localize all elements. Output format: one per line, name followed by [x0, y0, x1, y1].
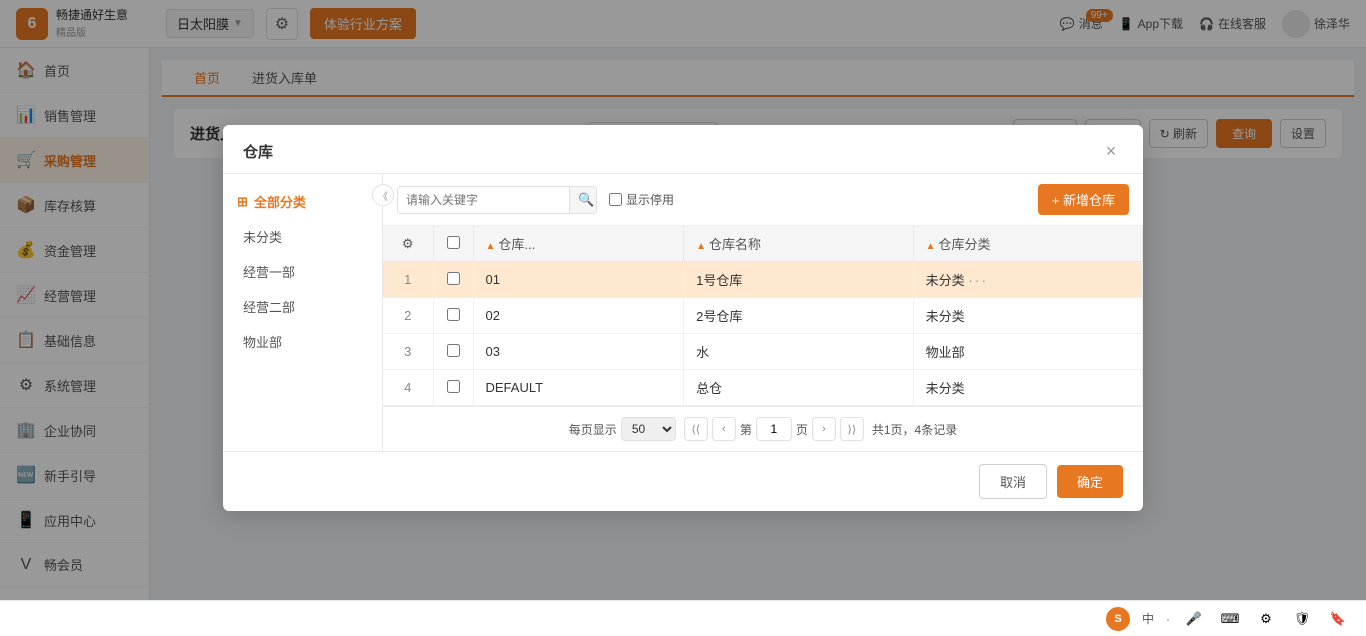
cell-no-4: 4 [383, 370, 433, 406]
prev-page-button[interactable]: ‹ [712, 417, 736, 441]
cell-category-4: 未分类 [913, 370, 1142, 406]
bookmark-icon[interactable]: 🔖 [1326, 607, 1350, 631]
table-header-row: ⚙ ▲仓库... ▲仓库名称 ▲仓库分类 [383, 226, 1143, 262]
page-input[interactable] [756, 417, 792, 441]
cell-check-3[interactable] [433, 334, 473, 370]
col-settings: ⚙ [383, 226, 433, 262]
select-all-checkbox[interactable] [447, 236, 460, 249]
cell-no-1: 1 [383, 262, 433, 298]
s-logo: S [1106, 607, 1130, 631]
search-box: 🔍 [397, 186, 597, 214]
cell-code-3: 03 [473, 334, 684, 370]
category-item-property[interactable]: 物业部 [223, 324, 382, 359]
cell-no-2: 2 [383, 298, 433, 334]
col-category: ▲仓库分类 [913, 226, 1142, 262]
per-page-section: 每页显示 50 10 20 100 [569, 417, 676, 441]
cell-code-1: 01 [473, 262, 684, 298]
cell-category-3: 物业部 [913, 334, 1142, 370]
category-header-label: 全部分类 [254, 192, 306, 211]
search-icon[interactable]: 🔍 [569, 187, 597, 213]
table-row[interactable]: 4 DEFAULT 总仓 未分类 [383, 370, 1143, 406]
show-disabled-checkbox[interactable] [609, 193, 622, 206]
table-row[interactable]: 1 01 1号仓库 未分类 ··· [383, 262, 1143, 298]
page-label: 第 [740, 421, 752, 438]
dialog-body: ⊞ 全部分类 《 未分类 经营一部 经营二部 物业部 🔍 [223, 174, 1143, 451]
dialog-title: 仓库 [243, 141, 273, 162]
first-page-button[interactable]: ⟨⟨ [684, 417, 708, 441]
bottom-bar: S 中 · 🎤 ⌨ ⚙ 🛡 🔖 [0, 600, 1366, 636]
table-row[interactable]: 2 02 2号仓库 未分类 [383, 298, 1143, 334]
modal-overlay: 仓库 × ⊞ 全部分类 《 未分类 经营一部 经营二部 物业部 [0, 0, 1366, 636]
cell-no-3: 3 [383, 334, 433, 370]
category-header[interactable]: ⊞ 全部分类 [223, 184, 382, 219]
next-page-button[interactable]: › [812, 417, 836, 441]
zh-label[interactable]: 中 [1142, 610, 1154, 627]
more-button-1[interactable]: ··· [968, 272, 988, 288]
warehouse-table: ⚙ ▲仓库... ▲仓库名称 ▲仓库分类 1 01 [383, 226, 1143, 406]
collapse-button[interactable]: 《 [372, 184, 394, 206]
cell-category-2: 未分类 [913, 298, 1142, 334]
cell-name-1: 1号仓库 [684, 262, 913, 298]
mic-icon[interactable]: 🎤 [1182, 607, 1206, 631]
dialog-header: 仓库 × [223, 125, 1143, 174]
cell-category-1: 未分类 ··· [913, 262, 1142, 298]
dialog-close-button[interactable]: × [1099, 139, 1123, 163]
settings-icon-bottom[interactable]: ⚙ [1254, 607, 1278, 631]
category-item-unclassified[interactable]: 未分类 [223, 219, 382, 254]
table-row[interactable]: 3 03 水 物业部 [383, 334, 1143, 370]
category-item-op1[interactable]: 经营一部 [223, 254, 382, 289]
data-table: ⚙ ▲仓库... ▲仓库名称 ▲仓库分类 1 01 [383, 226, 1143, 406]
category-header-icon: ⊞ [237, 194, 248, 210]
warehouse-dialog: 仓库 × ⊞ 全部分类 《 未分类 经营一部 经营二部 物业部 [223, 125, 1143, 511]
per-page-select[interactable]: 50 10 20 100 [621, 417, 676, 441]
dialog-footer: 取消 确定 [223, 451, 1143, 511]
cell-code-4: DEFAULT [473, 370, 684, 406]
page-total-text: 共1页，4条记录 [872, 421, 957, 438]
show-disabled-text: 显示停用 [626, 191, 674, 208]
cell-name-3: 水 [684, 334, 913, 370]
show-disabled-label[interactable]: 显示停用 [609, 191, 674, 208]
cell-check-2[interactable] [433, 298, 473, 334]
add-warehouse-button[interactable]: + 新增仓库 [1038, 184, 1129, 215]
keyboard-icon[interactable]: ⌨ [1218, 607, 1242, 631]
page-suffix: 页 [796, 421, 808, 438]
col-check [433, 226, 473, 262]
col-code: ▲仓库... [473, 226, 684, 262]
col-name: ▲仓库名称 [684, 226, 913, 262]
cell-check-4[interactable] [433, 370, 473, 406]
cell-name-2: 2号仓库 [684, 298, 913, 334]
shield-icon[interactable]: 🛡 [1290, 607, 1314, 631]
search-input[interactable] [398, 188, 569, 212]
pagination: 每页显示 50 10 20 100 ⟨⟨ ‹ 第 页 [383, 406, 1143, 451]
cell-name-4: 总仓 [684, 370, 913, 406]
cell-check-1[interactable] [433, 262, 473, 298]
page-nav: ⟨⟨ ‹ 第 页 › ⟩⟩ [684, 417, 864, 441]
sort-category-icon: ▲ [926, 241, 936, 252]
per-page-label: 每页显示 [569, 421, 617, 438]
content-toolbar: 🔍 显示停用 + 新增仓库 [383, 174, 1143, 226]
sort-name-icon: ▲ [696, 241, 706, 252]
dot-label: · [1166, 612, 1170, 626]
cell-code-2: 02 [473, 298, 684, 334]
last-page-button[interactable]: ⟩⟩ [840, 417, 864, 441]
cancel-button[interactable]: 取消 [979, 464, 1047, 499]
content-panel: 🔍 显示停用 + 新增仓库 ⚙ [383, 174, 1143, 451]
category-panel: ⊞ 全部分类 《 未分类 经营一部 经营二部 物业部 [223, 174, 383, 451]
confirm-button[interactable]: 确定 [1057, 465, 1123, 498]
sort-code-icon: ▲ [486, 241, 496, 252]
category-item-op2[interactable]: 经营二部 [223, 289, 382, 324]
